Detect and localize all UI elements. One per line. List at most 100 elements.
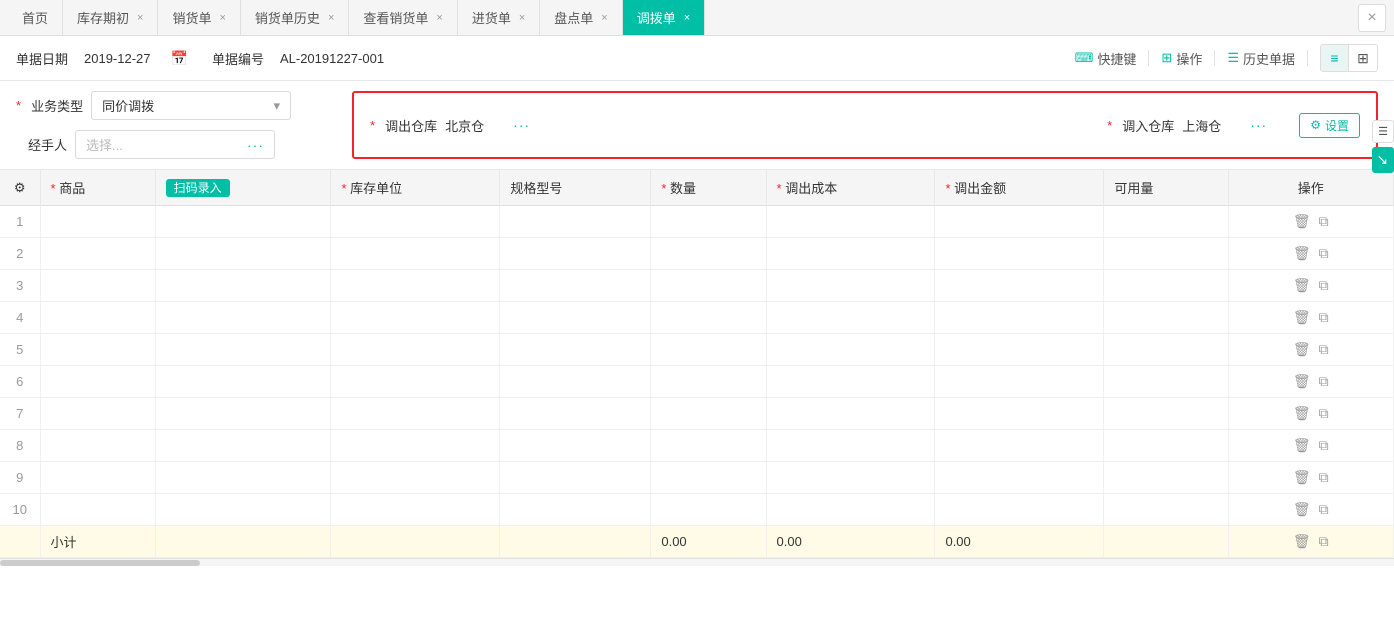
cell-amount[interactable]: [935, 366, 1104, 398]
cell-qty[interactable]: [651, 462, 766, 494]
cell-goods[interactable]: [40, 334, 155, 366]
cell-amount[interactable]: [935, 462, 1104, 494]
tab-purchase-close[interactable]: ×: [519, 12, 525, 24]
cell-qty[interactable]: [651, 366, 766, 398]
cell-amount[interactable]: [935, 334, 1104, 366]
operations-button[interactable]: ⊞ 操作: [1161, 49, 1202, 68]
cell-spec[interactable]: [500, 430, 651, 462]
cell-qty[interactable]: [651, 270, 766, 302]
copy-icon[interactable]: ⧉: [1319, 437, 1329, 454]
cell-cost[interactable]: [766, 462, 935, 494]
cell-unit[interactable]: [331, 526, 500, 558]
delete-icon[interactable]: 🗑: [1293, 341, 1311, 358]
copy-icon[interactable]: ⧉: [1319, 373, 1329, 390]
delete-icon[interactable]: 🗑: [1293, 213, 1311, 230]
quick-keys-button[interactable]: ⌨ 快捷键: [1075, 49, 1137, 68]
scrollbar-thumb[interactable]: [0, 560, 200, 566]
sidebar-export-button[interactable]: ↗: [1372, 147, 1394, 173]
tab-inventory-init-close[interactable]: ×: [137, 12, 143, 24]
tab-sales-order-close[interactable]: ×: [219, 12, 225, 24]
cell-spec[interactable]: [500, 270, 651, 302]
cell-goods[interactable]: 小计: [40, 526, 155, 558]
cell-unit[interactable]: [331, 430, 500, 462]
cell-cost[interactable]: [766, 302, 935, 334]
cell-spec[interactable]: [500, 238, 651, 270]
cell-qty[interactable]: [651, 398, 766, 430]
handler-more-icon[interactable]: ···: [247, 137, 264, 153]
cell-cost[interactable]: [766, 398, 935, 430]
copy-icon[interactable]: ⧉: [1319, 405, 1329, 422]
tab-sales-order[interactable]: 销货单 ×: [158, 0, 240, 35]
in-warehouse-more[interactable]: ···: [1250, 117, 1267, 133]
cell-goods[interactable]: [40, 430, 155, 462]
list-view-button[interactable]: ≡: [1321, 45, 1349, 71]
tab-view-sales-close[interactable]: ×: [436, 12, 442, 24]
cell-goods[interactable]: [40, 366, 155, 398]
window-close-button[interactable]: ×: [1358, 4, 1386, 32]
cell-unit[interactable]: [331, 238, 500, 270]
cell-cost[interactable]: [766, 238, 935, 270]
cell-qty[interactable]: [651, 238, 766, 270]
settings-button[interactable]: ⚙ 设置: [1299, 113, 1360, 138]
grid-view-button[interactable]: ⊞: [1349, 45, 1377, 71]
cell-cost[interactable]: [766, 334, 935, 366]
cell-unit[interactable]: [331, 270, 500, 302]
cell-qty[interactable]: 0.00: [651, 526, 766, 558]
cell-spec[interactable]: [500, 526, 651, 558]
tab-transfer[interactable]: 调拨单 ×: [623, 0, 705, 35]
copy-icon[interactable]: ⧉: [1319, 245, 1329, 262]
delete-icon[interactable]: 🗑: [1293, 245, 1311, 262]
cell-goods[interactable]: [40, 462, 155, 494]
cell-goods[interactable]: [40, 302, 155, 334]
tab-purchase[interactable]: 进货单 ×: [458, 0, 540, 35]
cell-unit[interactable]: [331, 206, 500, 238]
business-type-select[interactable]: 同价调拨 ▾: [91, 91, 291, 120]
cell-spec[interactable]: [500, 366, 651, 398]
cell-spec[interactable]: [500, 398, 651, 430]
cell-amount[interactable]: [935, 494, 1104, 526]
cell-amount[interactable]: [935, 430, 1104, 462]
tab-inventory-init[interactable]: 库存期初 ×: [63, 0, 158, 35]
tab-transfer-close[interactable]: ×: [684, 12, 690, 24]
delete-icon[interactable]: 🗑: [1293, 501, 1311, 518]
cell-qty[interactable]: [651, 302, 766, 334]
cell-spec[interactable]: [500, 206, 651, 238]
copy-icon[interactable]: ⧉: [1319, 501, 1329, 518]
cell-unit[interactable]: [331, 494, 500, 526]
copy-icon[interactable]: ⧉: [1319, 469, 1329, 486]
cell-cost[interactable]: [766, 366, 935, 398]
cell-amount[interactable]: [935, 206, 1104, 238]
cell-goods[interactable]: [40, 238, 155, 270]
cell-amount[interactable]: [935, 302, 1104, 334]
cell-qty[interactable]: [651, 430, 766, 462]
calendar-icon[interactable]: 📅: [171, 50, 188, 67]
tab-home[interactable]: 首页: [8, 0, 63, 35]
cell-spec[interactable]: [500, 462, 651, 494]
cell-spec[interactable]: [500, 494, 651, 526]
delete-icon[interactable]: 🗑: [1293, 533, 1311, 550]
cell-amount[interactable]: 0.00: [935, 526, 1104, 558]
handler-select[interactable]: 选择... ···: [75, 130, 275, 159]
cell-spec[interactable]: [500, 334, 651, 366]
copy-icon[interactable]: ⧉: [1319, 341, 1329, 358]
copy-icon[interactable]: ⧉: [1319, 309, 1329, 326]
tab-stocktake[interactable]: 盘点单 ×: [540, 0, 622, 35]
cell-qty[interactable]: [651, 206, 766, 238]
cell-cost[interactable]: [766, 430, 935, 462]
col-gear[interactable]: ⚙: [0, 170, 40, 206]
cell-spec[interactable]: [500, 302, 651, 334]
cell-cost[interactable]: 0.00: [766, 526, 935, 558]
cell-cost[interactable]: [766, 206, 935, 238]
cell-qty[interactable]: [651, 494, 766, 526]
cell-cost[interactable]: [766, 494, 935, 526]
cell-cost[interactable]: [766, 270, 935, 302]
cell-goods[interactable]: [40, 398, 155, 430]
tab-sales-history-close[interactable]: ×: [328, 12, 334, 24]
delete-icon[interactable]: 🗑: [1293, 277, 1311, 294]
history-button[interactable]: ☰ 历史单据: [1227, 49, 1295, 68]
scrollbar-area[interactable]: [0, 558, 1394, 566]
copy-icon[interactable]: ⧉: [1319, 213, 1329, 230]
out-warehouse-more[interactable]: ···: [513, 117, 530, 133]
cell-goods[interactable]: [40, 494, 155, 526]
cell-unit[interactable]: [331, 462, 500, 494]
